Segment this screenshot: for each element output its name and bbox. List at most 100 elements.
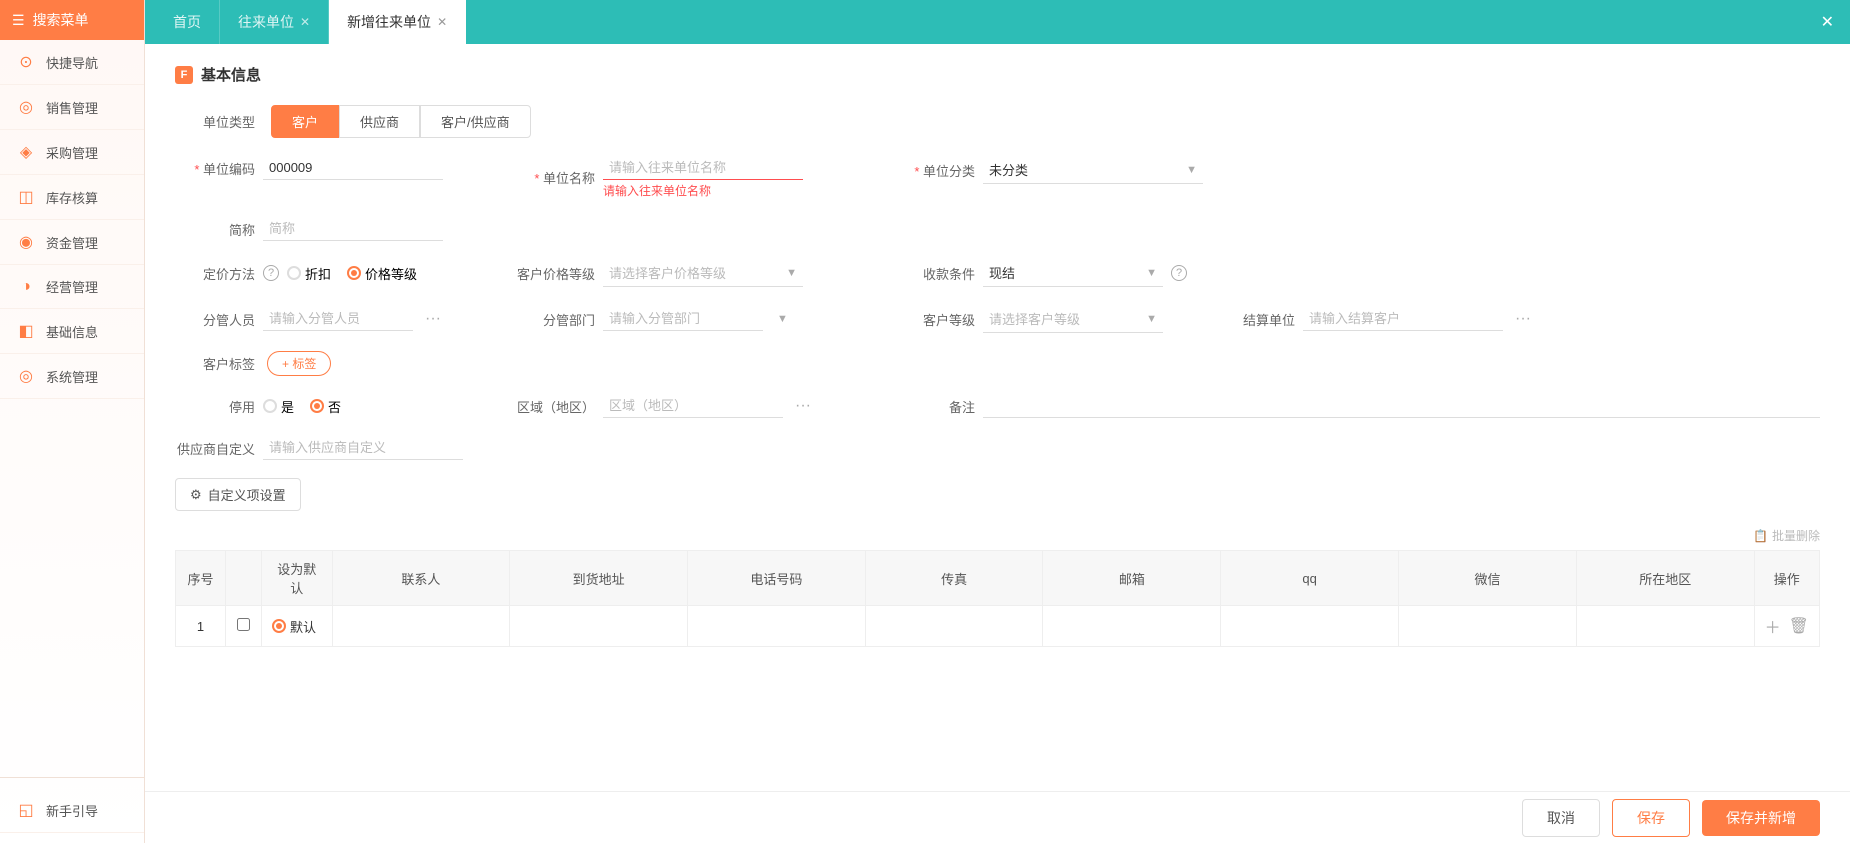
unit-name-input[interactable] [603,156,803,180]
contacts-table: 序号 设为默认 联系人 到货地址 电话号码 传真 邮箱 qq 微信 所在地区 操… [175,550,1820,647]
region-more-btn[interactable]: ··· [791,397,815,415]
unit-code-input[interactable] [263,156,443,180]
pricing-radio-level[interactable]: 价格等级 [347,264,417,283]
settlement-input[interactable] [1303,307,1503,331]
payment-terms-value: 现结 [989,263,1015,282]
sidebar-item-inventory[interactable]: ◫ 库存核算 [0,175,144,220]
settlement-more-btn[interactable]: ··· [1511,310,1535,328]
department-input[interactable] [603,307,763,331]
region-input[interactable] [603,394,783,418]
table-region-input[interactable] [1587,619,1744,634]
address-input[interactable] [520,619,677,634]
pricing-radio-discount[interactable]: 折扣 [287,264,331,283]
tab-partner-label: 往来单位 [238,12,294,32]
tab-home[interactable]: 首页 [155,0,220,44]
add-row-btn[interactable]: ＋ [1765,614,1781,638]
cell-qq[interactable] [1221,606,1399,647]
sidebar-item-sales[interactable]: ◎ 销售管理 [0,85,144,130]
payment-help-icon[interactable]: ? [1171,265,1187,281]
unit-btn-customer[interactable]: 客户 [271,105,339,138]
disabled-radio-yes[interactable]: 是 [263,397,294,416]
add-tag-button[interactable]: + 标签 [267,351,331,376]
payment-terms-select[interactable]: 现结 ▼ [983,259,1163,287]
inventory-icon: ◫ [16,187,36,207]
supplier-custom-row: 供应商自定义 [175,436,1820,460]
customer-level-select[interactable]: 请选择客户等级 ▼ [983,305,1163,333]
save-new-button[interactable]: 保存并新增 [1702,800,1820,836]
sidebar-item-system[interactable]: ◎ 系统管理 [0,354,144,399]
cell-email[interactable] [1043,606,1221,647]
cell-contact[interactable] [332,606,510,647]
tab-bar-close-btn[interactable]: ✕ [1821,12,1834,32]
sidebar-item-basic-info[interactable]: ◧ 基础信息 [0,309,144,354]
cell-address[interactable] [510,606,688,647]
sidebar-item-operations[interactable]: ◑ 经营管理 [0,265,144,309]
default-radio[interactable]: 默认 [272,617,322,636]
email-input[interactable] [1053,619,1210,634]
tab-new-partner-close[interactable]: ✕ [437,16,447,28]
tab-partner-close[interactable]: ✕ [300,16,310,28]
fax-input[interactable] [876,619,1033,634]
sidebar-search[interactable]: ☰ 搜索菜单 [0,0,144,40]
unit-btn-supplier[interactable]: 供应商 [339,105,420,138]
batch-delete-label[interactable]: 批量删除 [1772,527,1820,544]
save-button[interactable]: 保存 [1612,799,1690,837]
system-icon: ◎ [16,366,36,386]
customer-level-placeholder: 请选择客户等级 [989,309,1080,328]
unit-code-field: 单位编码 [175,156,515,180]
cell-region[interactable] [1576,606,1754,647]
manager-more-btn[interactable]: ··· [421,310,445,328]
custom-settings-button[interactable]: ⚙ 自定义项设置 [175,478,301,511]
unit-category-label: 单位分类 [895,161,975,180]
region-label: 区域（地区） [515,397,595,416]
customer-price-level-select[interactable]: 请选择客户价格等级 ▼ [603,259,803,287]
qq-input[interactable] [1231,619,1388,634]
discount-radio-circle [287,266,301,280]
col-address: 到货地址 [510,551,688,606]
pricing-radio-group: 折扣 价格等级 [287,264,417,283]
delete-row-btn[interactable]: 🗑 [1789,616,1809,636]
default-label: 默认 [290,617,316,636]
sidebar-item-quick-nav[interactable]: ⊙ 快捷导航 [0,40,144,85]
tab-partner[interactable]: 往来单位 ✕ [220,0,329,44]
sidebar-item-label: 销售管理 [46,98,98,117]
form-content: F 基本信息 单位类型 客户 供应商 客户/供应商 单位编码 单位名称 [145,44,1850,791]
cell-wechat[interactable] [1399,606,1577,647]
supplier-custom-field: 供应商自定义 [175,436,515,460]
cancel-button[interactable]: 取消 [1522,799,1600,837]
disabled-radio-no[interactable]: 否 [310,397,341,416]
section-title-text: 基本信息 [201,64,261,85]
department-select[interactable]: ▼ [771,309,791,329]
unit-category-select[interactable]: 未分类 ▼ [983,156,1203,184]
col-default: 设为默认 [262,551,333,606]
sidebar-item-finance[interactable]: ◉ 资金管理 [0,220,144,265]
cell-checkbox[interactable] [226,606,262,647]
cell-phone[interactable] [688,606,866,647]
cell-fax[interactable] [865,606,1043,647]
unit-btn-both[interactable]: 客户/供应商 [420,105,531,138]
department-field: 分管部门 ▼ [515,307,895,331]
operations-icon: ◑ [16,278,36,296]
wechat-input[interactable] [1409,619,1566,634]
tab-new-partner[interactable]: 新增往来单位 ✕ [329,0,466,44]
row-checkbox[interactable] [237,618,250,631]
phone-input[interactable] [698,619,855,634]
disabled-radio-group: 是 否 [263,397,341,416]
pricing-field: 定价方法 ? 折扣 价格等级 [175,264,515,283]
col-contact: 联系人 [332,551,510,606]
sidebar-item-guide[interactable]: ◱ 新手引导 [0,788,144,833]
manager-label: 分管人员 [175,310,255,329]
region-field: 区域（地区） ··· [515,394,895,418]
sidebar-item-purchase[interactable]: ◈ 采购管理 [0,130,144,175]
level-label: 价格等级 [365,264,417,283]
short-name-input[interactable] [263,217,443,241]
manager-input[interactable] [263,307,413,331]
remark-input[interactable] [983,394,1820,418]
col-action: 操作 [1754,551,1819,606]
col-email: 邮箱 [1043,551,1221,606]
table-row: 1 默认 [176,606,1820,647]
basic-info-icon: ◧ [16,321,36,341]
contact-input[interactable] [343,619,500,634]
pricing-help-icon[interactable]: ? [263,265,279,281]
supplier-custom-input[interactable] [263,436,463,460]
